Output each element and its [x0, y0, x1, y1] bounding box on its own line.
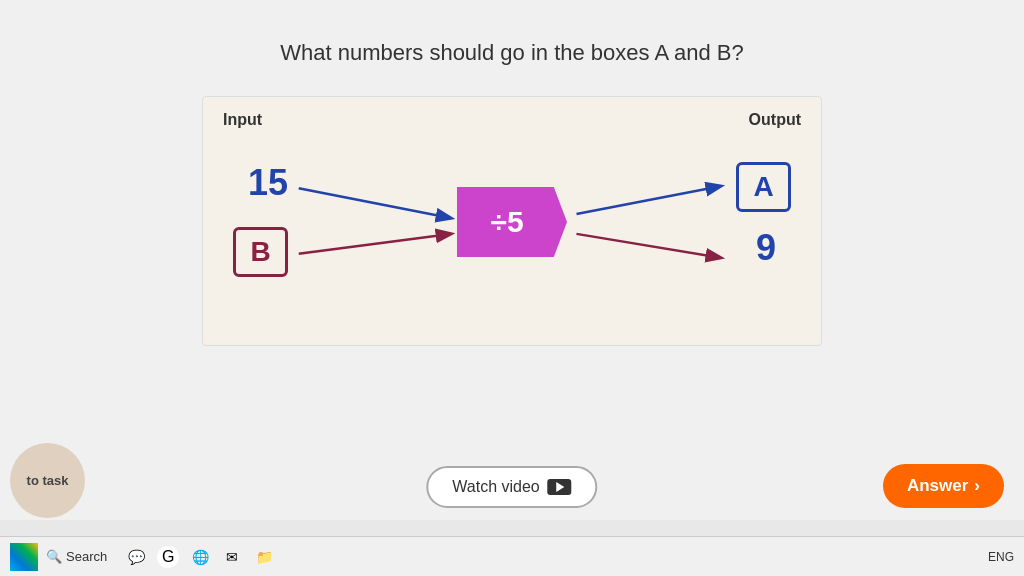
back-label: to task	[27, 473, 69, 488]
taskbar-google-icon[interactable]: G	[157, 546, 179, 568]
svg-line-2	[576, 186, 720, 214]
back-to-task-button[interactable]: to task	[10, 443, 85, 518]
watch-video-button[interactable]: Watch video	[426, 466, 597, 508]
box-a: A	[736, 162, 791, 212]
taskbar: 🔍 Search 💬 G 🌐 ✉ 📁 ENG	[0, 536, 1024, 576]
output-bottom-number: 9	[756, 227, 776, 269]
answer-chevron: ›	[974, 476, 980, 496]
windows-start-button[interactable]	[10, 543, 38, 571]
taskbar-edge-icon[interactable]: 🌐	[189, 546, 211, 568]
answer-label: Answer	[907, 476, 968, 496]
search-icon: 🔍	[46, 549, 62, 564]
taskbar-mail-icon[interactable]: ✉	[221, 546, 243, 568]
svg-line-3	[576, 234, 720, 258]
input-label: Input	[223, 111, 262, 129]
svg-line-0	[299, 188, 451, 218]
output-label: Output	[749, 111, 801, 129]
search-label: Search	[66, 549, 107, 564]
taskbar-search[interactable]: 🔍 Search	[46, 549, 107, 564]
taskbar-right: ENG	[988, 550, 1014, 564]
main-content: What numbers should go in the boxes A an…	[0, 0, 1024, 520]
video-icon	[548, 479, 572, 495]
watch-video-label: Watch video	[452, 478, 539, 496]
taskbar-icons: 💬 G 🌐 ✉ 📁	[125, 546, 275, 568]
box-b: B	[233, 227, 288, 277]
taskbar-lang: ENG	[988, 550, 1014, 564]
input-top-number: 15	[248, 162, 288, 204]
taskbar-chat-icon[interactable]: 💬	[125, 546, 147, 568]
answer-button[interactable]: Answer ›	[883, 464, 1004, 508]
diagram-container: Input Output 15 B ÷5 A 9	[202, 96, 822, 346]
operation-text: ÷5	[490, 205, 533, 239]
taskbar-folder-icon[interactable]: 📁	[253, 546, 275, 568]
operation-box: ÷5	[457, 187, 567, 257]
svg-line-1	[299, 234, 451, 254]
question-text: What numbers should go in the boxes A an…	[280, 40, 744, 66]
